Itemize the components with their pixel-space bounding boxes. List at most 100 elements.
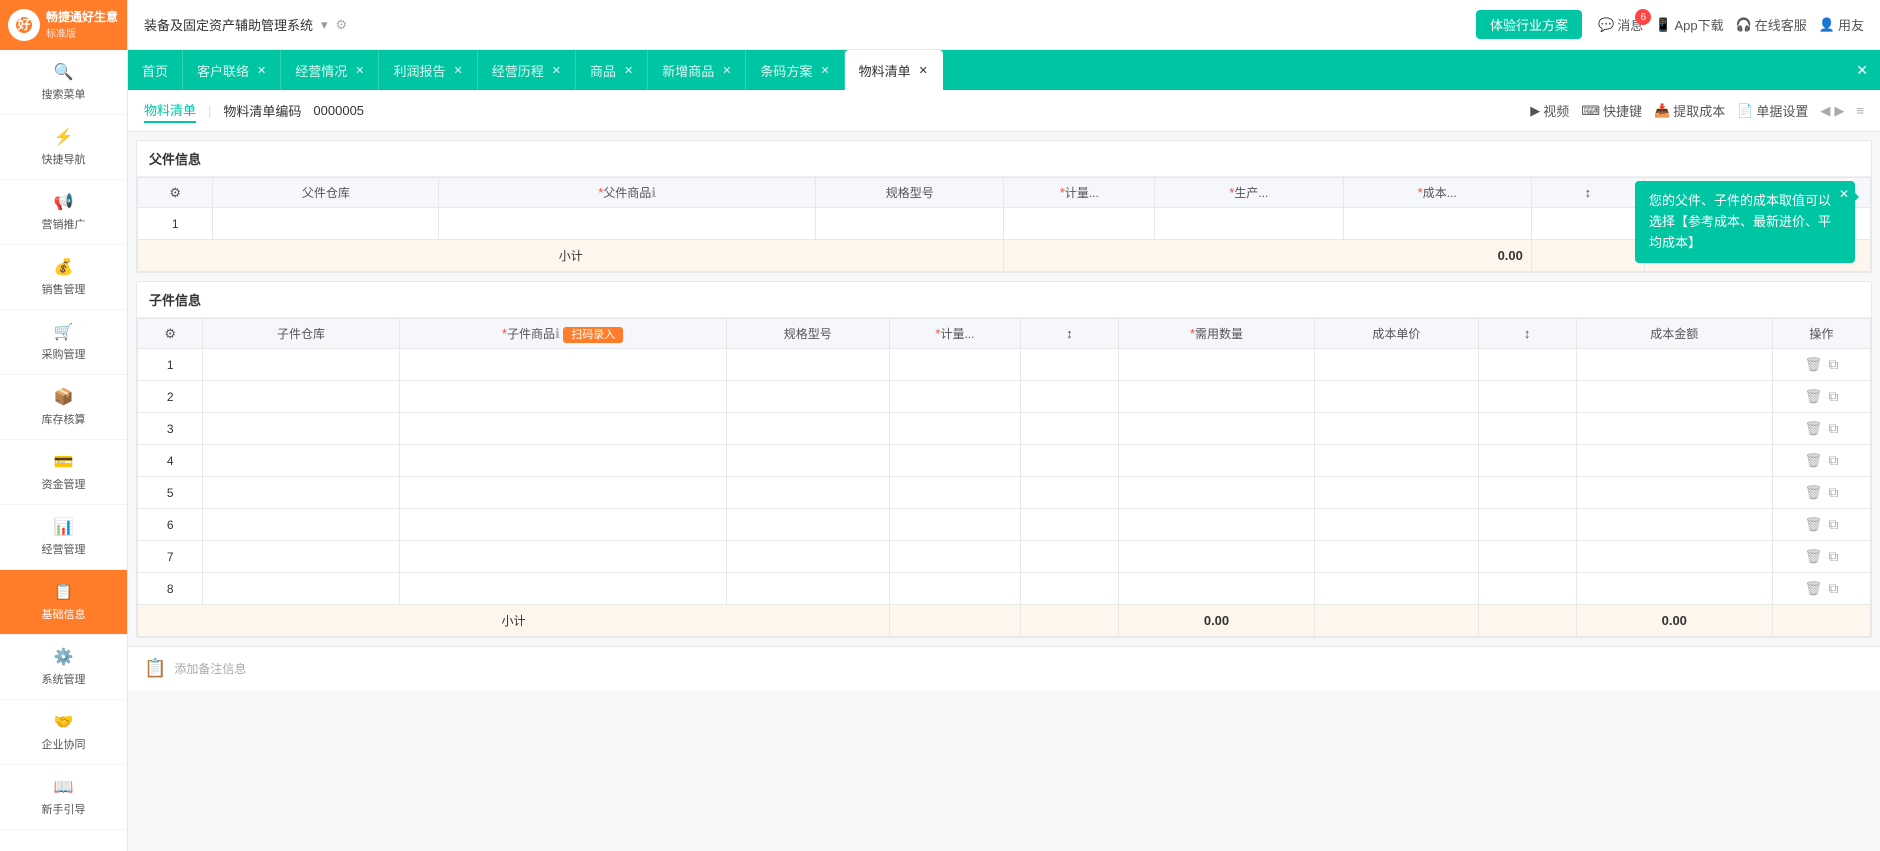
- child-qty-0[interactable]: [1118, 349, 1314, 381]
- child-cost-7[interactable]: [1315, 573, 1478, 605]
- child-warehouse-6[interactable]: [203, 541, 399, 573]
- child-spec-5[interactable]: [726, 509, 889, 541]
- delete-icon-5[interactable]: 🗑: [1805, 516, 1823, 533]
- close-all-tabs-btn[interactable]: ✕: [1844, 62, 1880, 79]
- dropdown-arrow-icon[interactable]: ▾: [321, 17, 328, 33]
- parent-product-cell[interactable]: [439, 208, 816, 240]
- tooltip-close-btn[interactable]: ✕: [1839, 185, 1849, 204]
- copy-icon-7[interactable]: ⧉: [1828, 580, 1838, 597]
- copy-icon-2[interactable]: ⧉: [1828, 420, 1838, 437]
- child-spec-3[interactable]: [726, 445, 889, 477]
- nav-tab-8[interactable]: 物料清单✕: [845, 50, 943, 90]
- sidebar-item-8[interactable]: 📋基础信息: [0, 570, 127, 635]
- scan-input-btn[interactable]: 扫码录入: [563, 327, 623, 343]
- delete-icon-3[interactable]: 🗑: [1805, 452, 1823, 469]
- nav-tab-close-8[interactable]: ✕: [919, 64, 928, 77]
- sidebar-item-3[interactable]: 💰销售管理: [0, 245, 127, 310]
- child-unit-5[interactable]: [890, 509, 1021, 541]
- sidebar-item-7[interactable]: 📊经营管理: [0, 505, 127, 570]
- child-product-0[interactable]: [399, 349, 726, 381]
- copy-icon-1[interactable]: ⧉: [1828, 388, 1838, 405]
- child-warehouse-4[interactable]: [203, 477, 399, 509]
- delete-icon-1[interactable]: 🗑: [1805, 388, 1823, 405]
- nav-tab-3[interactable]: 利润报告✕: [379, 50, 477, 90]
- child-qty-4[interactable]: [1118, 477, 1314, 509]
- child-qty-6[interactable]: [1118, 541, 1314, 573]
- child-unit-1[interactable]: [890, 381, 1021, 413]
- nav-tab-5[interactable]: 商品✕: [576, 50, 648, 90]
- child-unit-0[interactable]: [890, 349, 1021, 381]
- single-settings-btn[interactable]: 📄 单据设置: [1737, 101, 1808, 120]
- child-cost-2[interactable]: [1315, 413, 1478, 445]
- copy-icon-0[interactable]: ⧉: [1828, 356, 1838, 373]
- child-spec-6[interactable]: [726, 541, 889, 573]
- child-warehouse-1[interactable]: [203, 381, 399, 413]
- child-unit-4[interactable]: [890, 477, 1021, 509]
- child-cost-6[interactable]: [1315, 541, 1478, 573]
- parent-warehouse-cell[interactable]: [213, 208, 439, 240]
- delete-icon-7[interactable]: 🗑: [1805, 580, 1823, 597]
- child-qty-5[interactable]: [1118, 509, 1314, 541]
- child-sort-icon[interactable]: ↕: [1066, 326, 1073, 341]
- nav-tab-close-7[interactable]: ✕: [820, 64, 829, 77]
- child-warehouse-3[interactable]: [203, 445, 399, 477]
- nav-tab-close-1[interactable]: ✕: [257, 64, 266, 77]
- child-cost-3[interactable]: [1315, 445, 1478, 477]
- nav-tab-7[interactable]: 条码方案✕: [746, 50, 844, 90]
- child-product-2[interactable]: [399, 413, 726, 445]
- child-unit-6[interactable]: [890, 541, 1021, 573]
- copy-icon-6[interactable]: ⧉: [1828, 548, 1838, 565]
- sidebar-item-4[interactable]: 🛒采购管理: [0, 310, 127, 375]
- parent-unit-cell[interactable]: [1004, 208, 1155, 240]
- child-qty-7[interactable]: [1118, 573, 1314, 605]
- copy-icon-5[interactable]: ⧉: [1828, 516, 1838, 533]
- child-qty-2[interactable]: [1118, 413, 1314, 445]
- sub-tab-code[interactable]: 物料清单编码: [223, 99, 301, 122]
- sidebar-item-11[interactable]: 📖新手引导: [0, 765, 127, 830]
- prev-icon[interactable]: ◀: [1820, 103, 1830, 119]
- child-product-5[interactable]: [399, 509, 726, 541]
- child-warehouse-5[interactable]: [203, 509, 399, 541]
- sidebar-item-6[interactable]: 💳资金管理: [0, 440, 127, 505]
- nav-tab-1[interactable]: 客户联络✕: [183, 50, 281, 90]
- sub-tab-bill[interactable]: 物料清单: [144, 98, 196, 123]
- sort-icon[interactable]: ↕: [1585, 185, 1592, 200]
- gear-icon[interactable]: ⚙: [169, 185, 181, 200]
- child-qty-1[interactable]: [1118, 381, 1314, 413]
- child-cost-5[interactable]: [1315, 509, 1478, 541]
- extract-cost-btn[interactable]: 📥 提取成本: [1654, 101, 1725, 120]
- sidebar-item-0[interactable]: 🔍搜索菜单: [0, 50, 127, 115]
- child-warehouse-7[interactable]: [203, 573, 399, 605]
- child-unit-3[interactable]: [890, 445, 1021, 477]
- child-product-4[interactable]: [399, 477, 726, 509]
- child-spec-4[interactable]: [726, 477, 889, 509]
- sidebar-item-2[interactable]: 📢营销推广: [0, 180, 127, 245]
- sidebar-item-9[interactable]: ⚙️系统管理: [0, 635, 127, 700]
- child-qty-3[interactable]: [1118, 445, 1314, 477]
- child-cost-1[interactable]: [1315, 381, 1478, 413]
- sidebar-item-1[interactable]: ⚡快捷导航: [0, 115, 127, 180]
- copy-icon-3[interactable]: ⧉: [1828, 452, 1838, 469]
- parent-cost-cell[interactable]: [1343, 208, 1531, 240]
- child-cost-0[interactable]: [1315, 349, 1478, 381]
- message-item[interactable]: 💬 消息 6: [1598, 15, 1643, 34]
- note-placeholder[interactable]: 添加备注信息: [174, 660, 246, 677]
- online-service-item[interactable]: 🎧 在线客服: [1736, 15, 1807, 34]
- child-spec-2[interactable]: [726, 413, 889, 445]
- nav-tab-close-3[interactable]: ✕: [454, 64, 463, 77]
- delete-icon-2[interactable]: 🗑: [1805, 420, 1823, 437]
- nav-tab-close-2[interactable]: ✕: [355, 64, 364, 77]
- app-download-item[interactable]: 📱 App下载: [1655, 15, 1723, 34]
- child-cost-4[interactable]: [1315, 477, 1478, 509]
- copy-icon-4[interactable]: ⧉: [1828, 484, 1838, 501]
- delete-icon-4[interactable]: 🗑: [1805, 484, 1823, 501]
- parent-produce-cell[interactable]: [1155, 208, 1343, 240]
- child-sort2-icon[interactable]: ↕: [1524, 326, 1531, 341]
- user-item[interactable]: 👤 用友: [1819, 15, 1864, 34]
- nav-tab-4[interactable]: 经营历程✕: [478, 50, 576, 90]
- trial-btn[interactable]: 体验行业方案: [1476, 10, 1582, 39]
- nav-tab-close-5[interactable]: ✕: [624, 64, 633, 77]
- child-unit-2[interactable]: [890, 413, 1021, 445]
- note-icon[interactable]: 📋: [144, 658, 166, 679]
- child-warehouse-2[interactable]: [203, 413, 399, 445]
